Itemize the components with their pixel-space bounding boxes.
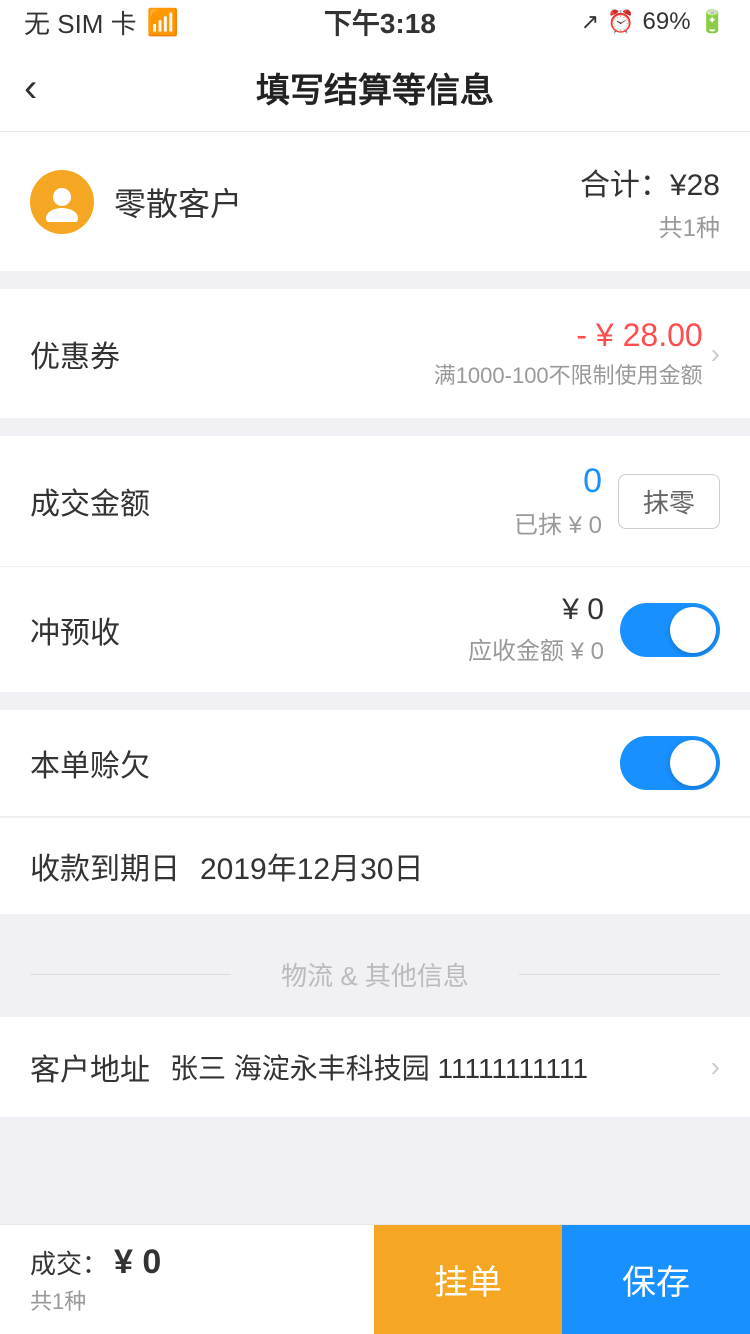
prepayment-value-col: ¥ 0 应收金额 ¥ 0 xyxy=(468,593,604,666)
total-count: 共1种 xyxy=(580,208,720,243)
debt-row: 本单赊欠 xyxy=(0,710,750,817)
address-label: 客户地址 xyxy=(30,1045,150,1089)
coupon-right: - ¥ 28.00 满1000-100不限制使用金额 › xyxy=(434,317,720,390)
transaction-right: 0 已抹 ¥ 0 抹零 xyxy=(514,462,720,540)
transaction-section: 成交金额 0 已抹 ¥ 0 抹零 冲预收 ¥ 0 应收金额 ¥ 0 xyxy=(0,436,750,692)
customer-total: 合计：¥28 共1种 xyxy=(580,160,720,243)
status-left: 无 SIM 卡 📶 xyxy=(24,4,179,41)
page-title: 填写结算等信息 xyxy=(256,63,494,112)
transaction-sub: 已抹 ¥ 0 xyxy=(514,505,602,540)
customer-section: 零散客户 合计：¥28 共1种 xyxy=(0,132,750,271)
coupon-section[interactable]: 优惠券 - ¥ 28.00 满1000-100不限制使用金额 › xyxy=(0,289,750,418)
chevron-right-icon: › xyxy=(711,338,720,370)
prepayment-amount: ¥ 0 xyxy=(468,593,604,627)
save-button[interactable]: 保存 xyxy=(562,1225,750,1334)
battery-text: 69% xyxy=(643,8,691,36)
coupon-label: 优惠券 xyxy=(30,332,120,376)
hang-button[interactable]: 挂单 xyxy=(374,1225,562,1334)
debt-toggle-knob xyxy=(670,740,716,786)
debt-right xyxy=(620,736,720,790)
coupon-desc: 满1000-100不限制使用金额 xyxy=(434,358,703,390)
prepayment-sub: 应收金额 ¥ 0 xyxy=(468,631,604,666)
logistics-label: 物流 & 其他信息 xyxy=(281,956,469,993)
transaction-label: 成交金额 xyxy=(30,479,150,523)
prepayment-label: 冲预收 xyxy=(30,608,120,652)
deal-amount: ¥ 0 xyxy=(114,1243,161,1282)
deal-label: 成交： xyxy=(30,1244,108,1281)
prepayment-right: ¥ 0 应收金额 ¥ 0 xyxy=(468,593,720,666)
customer-left: 零散客户 xyxy=(30,170,242,234)
debt-toggle[interactable] xyxy=(620,736,720,790)
location-icon: ↗ xyxy=(581,9,599,35)
status-time: 下午3:18 xyxy=(324,2,436,42)
transaction-value-col: 0 已抹 ¥ 0 xyxy=(514,462,602,540)
debt-section: 本单赊欠 收款到期日 2019年12月30日 xyxy=(0,710,750,914)
battery-icon: 🔋 xyxy=(699,9,726,35)
prepayment-toggle[interactable] xyxy=(620,603,720,657)
wifi-icon: 📶 xyxy=(147,7,179,38)
bottom-bar: 成交： ¥ 0 共1种 挂单 保存 xyxy=(0,1224,750,1334)
bottom-summary: 成交： ¥ 0 共1种 xyxy=(0,1243,374,1316)
customer-name: 零散客户 xyxy=(114,179,242,225)
address-value: 张三 海淀永丰科技园 11111111111 xyxy=(170,1047,711,1087)
coupon-amount: - ¥ 28.00 xyxy=(434,317,703,354)
deal-row: 成交： ¥ 0 xyxy=(30,1243,344,1282)
transaction-amount-row: 成交金额 0 已抹 ¥ 0 抹零 xyxy=(0,436,750,567)
due-date-value: 2019年12月30日 xyxy=(200,844,423,888)
status-right: ↗ ⏰ 69% 🔋 xyxy=(581,8,726,36)
toggle-knob xyxy=(670,607,716,653)
status-bar: 无 SIM 卡 📶 下午3:18 ↗ ⏰ 69% 🔋 xyxy=(0,0,750,44)
divider-line-left xyxy=(30,974,231,975)
logistics-divider: 物流 & 其他信息 xyxy=(0,932,750,1017)
content: 零散客户 合计：¥28 共1种 优惠券 - ¥ 28.00 满1000-100不… xyxy=(0,132,750,1237)
avatar xyxy=(30,170,94,234)
due-date-row: 收款到期日 2019年12月30日 xyxy=(0,817,750,914)
alarm-icon: ⏰ xyxy=(607,9,634,35)
transaction-value: 0 xyxy=(583,462,602,500)
round-button[interactable]: 抹零 xyxy=(618,474,720,529)
no-sim-text: 无 SIM 卡 xyxy=(24,4,137,41)
nav-bar: ‹ 填写结算等信息 xyxy=(0,44,750,132)
due-date-label: 收款到期日 xyxy=(30,844,180,888)
debt-label: 本单赊欠 xyxy=(30,741,150,785)
address-chevron-icon: › xyxy=(711,1051,720,1083)
back-button[interactable]: ‹ xyxy=(24,68,37,108)
coupon-info: - ¥ 28.00 满1000-100不限制使用金额 xyxy=(434,317,703,390)
deal-count: 共1种 xyxy=(30,1284,344,1316)
prepayment-row: 冲预收 ¥ 0 应收金额 ¥ 0 xyxy=(0,567,750,692)
total-price: 合计：¥28 xyxy=(580,160,720,204)
address-section[interactable]: 客户地址 张三 海淀永丰科技园 11111111111 › xyxy=(0,1017,750,1117)
divider-line-right xyxy=(519,974,720,975)
